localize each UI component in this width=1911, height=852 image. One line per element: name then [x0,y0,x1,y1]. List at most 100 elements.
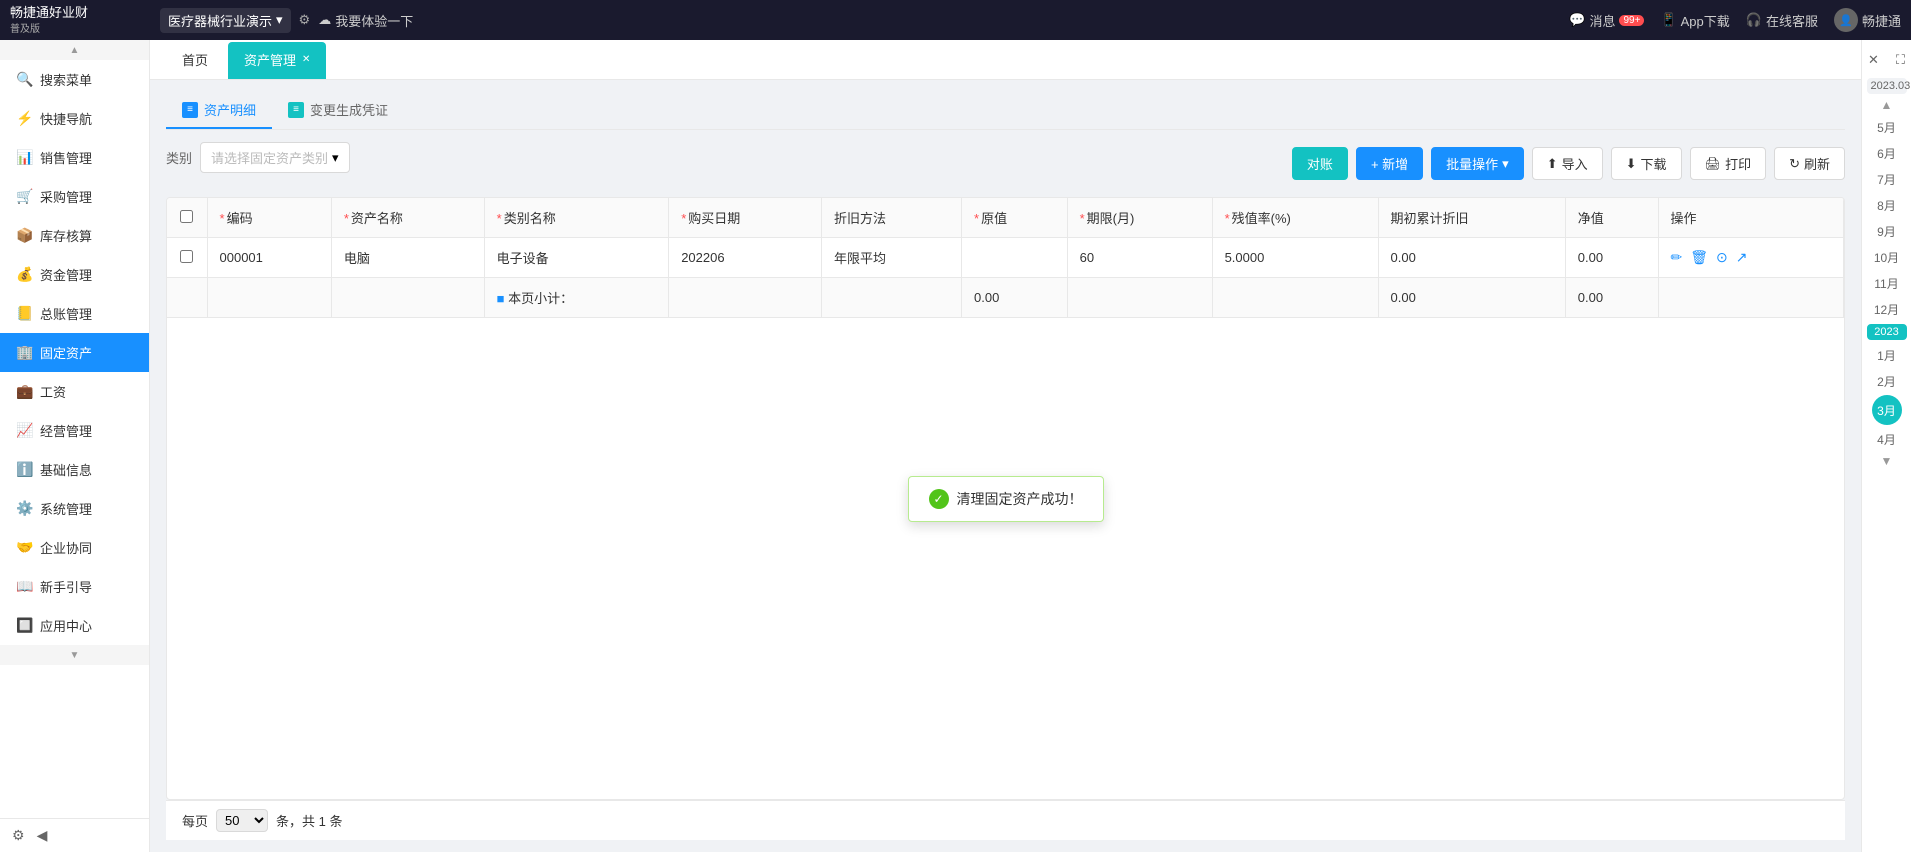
row-net-value: 0.00 [1565,238,1658,278]
export-button[interactable]: ⬆ 导入 [1532,147,1603,180]
building-icon: 🏢 [16,344,32,361]
header-right: 💬 消息 99+ 📱 App下载 🎧 在线客服 👤 畅捷通 [1569,8,1901,32]
header-middle: 医疗器械行业演示 ▾ ⚙ ☁ 我要体验一下 [160,8,1569,33]
gear-icon[interactable]: ⚙ [299,12,311,28]
month-nav-up[interactable]: ▲ [1879,96,1895,114]
month-item-1[interactable]: 1月 [1869,343,1905,367]
category-filter-select[interactable]: 请选择固定资产类别 ▾ [200,142,350,173]
main-layout: ▲ 🔍 搜索菜单 ⚡ 快捷导航 📊 销售管理 🛒 采购管理 📦 库存核算 💰 资… [0,40,1911,852]
row-checkbox-cell [167,238,207,278]
month-item-12[interactable]: 12月 [1869,297,1905,321]
sidebar-item-quicknav[interactable]: ⚡ 快捷导航 [0,99,149,138]
tab-close-icon[interactable]: ✕ [302,54,310,65]
reconcile-button[interactable]: 对账 [1292,147,1348,180]
new-button[interactable]: + 新增 [1356,147,1423,180]
month-item-2[interactable]: 2月 [1869,369,1905,393]
copy-icon[interactable]: ⊙ [1716,249,1728,266]
header-purchase-date: *购买日期 [669,198,822,238]
sub-tabs: ≡ 资产明细 ≡ 变更生成凭证 [166,92,1845,130]
header-checkbox-cell [167,198,207,238]
refresh-button[interactable]: ↻ 刷新 [1774,147,1845,180]
chevron-down-icon: ▾ [276,12,283,28]
batch-button[interactable]: 批量操作 ▾ [1431,147,1524,180]
delete-icon[interactable]: 🗑 [1690,249,1708,266]
notification-badge: 99+ [1619,15,1644,26]
assets-table: *编码 *资产名称 *类别名称 *购买日期 折旧方法 *原值 *期限(月) *残… [167,198,1844,318]
select-all-checkbox[interactable] [180,210,193,223]
month-item-7[interactable]: 7月 [1869,167,1905,191]
row-category: 电子设备 [484,238,669,278]
sidebar-item-system[interactable]: ⚙️ 系统管理 [0,489,149,528]
print-button[interactable]: 🖨 打印 [1690,147,1767,180]
success-icon: ✓ [929,489,949,509]
month-item-10[interactable]: 10月 [1869,245,1905,269]
year-badge: 2023.03 [1867,78,1907,94]
month-nav-down[interactable]: ▼ [1879,452,1895,470]
sidebar-item-funds[interactable]: 💰 资金管理 [0,255,149,294]
more-icon[interactable]: ↗ [1736,249,1748,266]
sidebar-item-operations[interactable]: 📈 经营管理 [0,411,149,450]
settings-icon: ⚙️ [16,500,32,517]
online-service-btn[interactable]: 🎧 在线客服 [1746,11,1818,30]
download-icon: 📱 [1660,12,1676,28]
row-initial-depreciation: 0.00 [1378,238,1565,278]
month-item-4[interactable]: 4月 [1869,427,1905,451]
sidebar-footer: ⚙ ◀ [0,818,149,852]
sidebar-item-basicinfo[interactable]: ℹ️ 基础信息 [0,450,149,489]
trending-icon: 📈 [16,422,32,439]
panel-close-icon[interactable]: ✕ [1868,52,1879,68]
sidebar-scroll-up[interactable]: ▲ [0,40,149,60]
pagination-bar: 每页 50 10 20 100 条，共 1 条 [166,800,1845,840]
month-item-8[interactable]: 8月 [1869,193,1905,217]
logo-area: 畅捷通好业财 普及版 [10,5,160,36]
sidebar-item-cooperation[interactable]: 🤝 企业协同 [0,528,149,567]
month-item-5[interactable]: 5月 [1869,115,1905,139]
lightning-icon: ⚡ [16,110,32,127]
app-download-btn[interactable]: 📱 App下载 [1660,11,1729,30]
row-checkbox[interactable] [180,250,193,263]
category-filter-value: 请选择固定资产类别 [211,148,328,167]
sidebar-scroll-down[interactable]: ▼ [0,645,149,665]
sidebar-item-salary[interactable]: 💼 工资 [0,372,149,411]
settings-footer-icon[interactable]: ⚙ [12,827,25,844]
month-item-11[interactable]: 11月 [1869,271,1905,295]
sub-tab-gen-voucher[interactable]: ≡ 变更生成凭证 [272,92,404,129]
handshake-icon: 🤝 [16,539,32,556]
collapse-icon[interactable]: ◀ [37,827,48,844]
month-item-3-active[interactable]: 3月 [1872,395,1902,425]
total-label: 条，共 1 条 [276,811,342,830]
notification-btn[interactable]: 💬 消息 99+ [1569,11,1644,30]
sidebar-item-ledger[interactable]: 📒 总账管理 [0,294,149,333]
briefcase-icon: 💼 [16,383,32,400]
header-category: *类别名称 [484,198,669,238]
table-header-row: *编码 *资产名称 *类别名称 *购买日期 折旧方法 *原值 *期限(月) *残… [167,198,1844,238]
sidebar-item-guide[interactable]: 📖 新手引导 [0,567,149,606]
user-area[interactable]: 👤 畅捷通 [1834,8,1901,32]
sub-tab-asset-details[interactable]: ≡ 资产明细 [166,92,272,129]
header-net-value: 净值 [1565,198,1658,238]
panel-expand-icon[interactable]: ⛶ [1896,52,1905,68]
sidebar-item-inventory[interactable]: 📦 库存核算 [0,216,149,255]
month-item-9[interactable]: 9月 [1869,219,1905,243]
print-icon: 🖨 [1705,156,1722,172]
logo-text: 畅捷通好业财 [10,5,88,21]
tab-home[interactable]: 首页 [166,42,224,79]
per-page-select[interactable]: 50 10 20 100 [216,809,268,832]
grid-icon: 🔲 [16,617,32,634]
filter-chevron-icon: ▾ [332,150,339,166]
sidebar-item-purchase[interactable]: 🛒 采购管理 [0,177,149,216]
action-icons: ✏ 🗑 ⊙ ↗ [1671,249,1832,266]
edit-icon[interactable]: ✏ [1671,249,1683,266]
sidebar-item-assets[interactable]: 🏢 固定资产 [0,333,149,372]
sidebar-item-search[interactable]: 🔍 搜索菜单 [0,60,149,99]
experience-btn[interactable]: ☁ 我要体验一下 [318,11,413,30]
tab-assets-mgmt[interactable]: 资产管理 ✕ [228,42,326,79]
row-purchase-date: 202206 [669,238,822,278]
row-depreciation-method: 年限平均 [822,238,962,278]
box-icon: 📦 [16,227,32,244]
month-item-6[interactable]: 6月 [1869,141,1905,165]
download-button[interactable]: ⬇ 下载 [1611,147,1682,180]
sidebar-item-sales[interactable]: 📊 销售管理 [0,138,149,177]
sidebar-item-apps[interactable]: 🔲 应用中心 [0,606,149,645]
company-selector[interactable]: 医疗器械行业演示 ▾ [160,8,291,33]
